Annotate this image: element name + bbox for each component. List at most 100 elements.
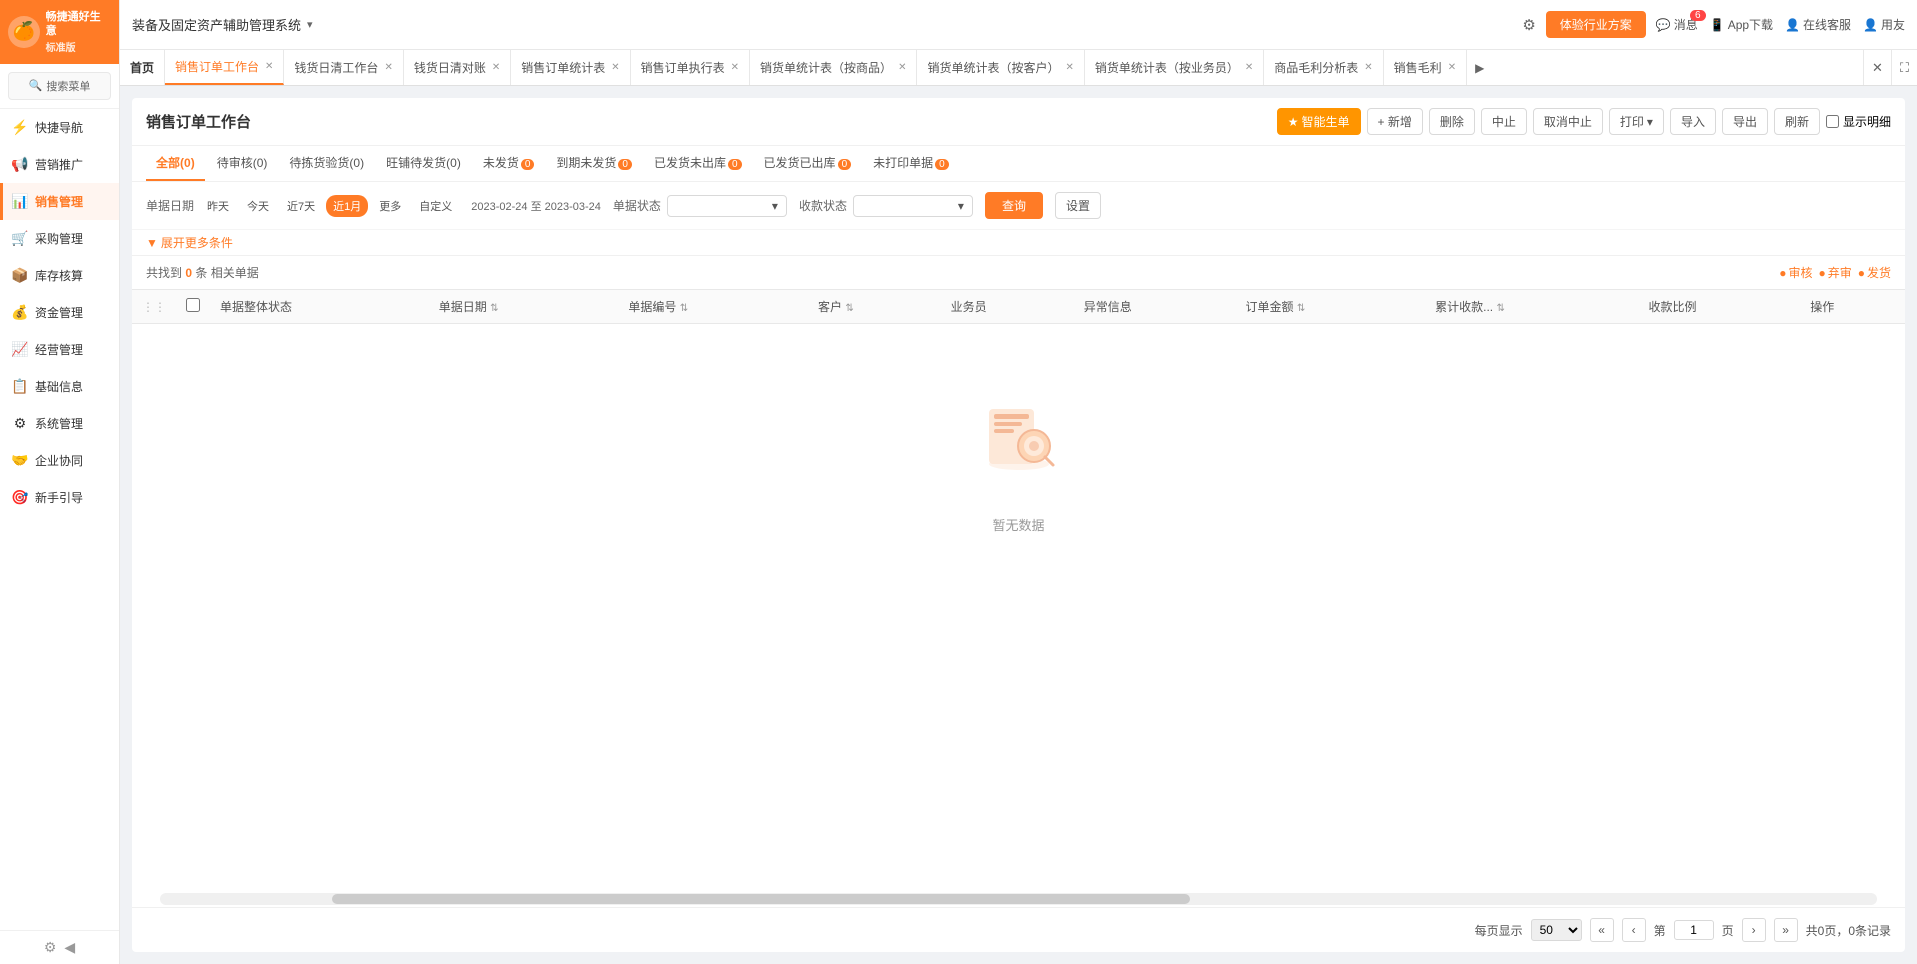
shipped-not-out-badge: 0: [728, 159, 742, 170]
subtab-overdue[interactable]: 到期未发货0: [546, 146, 642, 181]
cancel-review-action-btn[interactable]: ● 弃审: [1818, 264, 1851, 281]
page-input[interactable]: [1674, 920, 1714, 940]
page-size-label: 每页显示: [1475, 922, 1523, 939]
tab-sales-exec[interactable]: 销售订单执行表 ✕: [631, 50, 750, 85]
sidebar-item-guide[interactable]: 🎯 新手引导: [0, 479, 119, 516]
today-btn[interactable]: 今天: [240, 195, 276, 217]
tab-close-margin[interactable]: ✕: [1364, 62, 1372, 73]
message-button[interactable]: 💬 消息 6: [1656, 16, 1698, 33]
page-label: 第: [1654, 922, 1666, 939]
app-logo: 🍊 畅捷通好生意 标准版: [0, 0, 119, 64]
ship-action-btn[interactable]: ● 发货: [1858, 264, 1891, 281]
query-button[interactable]: 查询: [985, 192, 1043, 219]
subtab-pending-review[interactable]: 待审核(0): [207, 146, 278, 181]
sidebar-item-marketing[interactable]: 📢 营销推广: [0, 146, 119, 183]
subtab-all[interactable]: 全部(0): [146, 146, 205, 181]
settings-filter-button[interactable]: 设置: [1055, 192, 1101, 219]
horizontal-scrollbar[interactable]: [160, 893, 1877, 905]
app-download-button[interactable]: 📱 App下载: [1710, 16, 1773, 33]
sidebar-item-purchase[interactable]: 🛒 采购管理: [0, 220, 119, 257]
sidebar-settings-icon[interactable]: ⚙: [44, 939, 57, 956]
sidebar-item-inventory[interactable]: 📦 库存核算: [0, 257, 119, 294]
sidebar-item-operations[interactable]: 📈 经营管理: [0, 331, 119, 368]
tab-cash-daily[interactable]: 钱货日清工作台 ✕: [284, 50, 403, 85]
tab-close-staff[interactable]: ✕: [1245, 62, 1253, 73]
tab-sale-summary-customer[interactable]: 销货单统计表（按客户） ✕: [917, 50, 1084, 85]
prev-page-btn[interactable]: ‹: [1622, 918, 1646, 942]
sidebar-item-sales[interactable]: 📊 销售管理: [0, 183, 119, 220]
cancel-stop-button[interactable]: 取消中止: [1533, 108, 1603, 135]
sidebar-item-base-info[interactable]: 📋 基础信息: [0, 368, 119, 405]
week-btn[interactable]: 近7天: [280, 195, 322, 217]
next-page-btn[interactable]: ›: [1742, 918, 1766, 942]
sort-date-icon[interactable]: ⇅: [490, 303, 498, 314]
tab-close-sales-stats[interactable]: ✕: [611, 62, 619, 73]
review-action-btn[interactable]: ● 审核: [1779, 264, 1812, 281]
sidebar-item-quick-nav[interactable]: ⚡ 快捷导航: [0, 109, 119, 146]
subtab-wangpu-deliver[interactable]: 旺铺待发货(0): [376, 146, 471, 181]
expand-conditions-btn[interactable]: ▼ 展开更多条件: [146, 234, 1891, 251]
print-button[interactable]: 打印 ▾: [1609, 108, 1664, 135]
tab-close-customer[interactable]: ✕: [1065, 62, 1073, 73]
yesterday-btn[interactable]: 昨天: [200, 195, 236, 217]
tab-close-sales-order[interactable]: ✕: [265, 61, 273, 72]
sort-amount-icon[interactable]: ⇅: [1297, 303, 1305, 314]
user-button[interactable]: 👤 用友: [1863, 16, 1905, 33]
subtab-shipped-not-out[interactable]: 已发货未出库0: [644, 146, 752, 181]
custom-btn[interactable]: 自定义: [412, 195, 459, 217]
tab-close-profit[interactable]: ✕: [1448, 62, 1456, 73]
online-service-button[interactable]: 👤 在线客服: [1785, 16, 1851, 33]
status-filter-label: 单据状态: [613, 197, 661, 214]
tab-sale-summary-staff[interactable]: 销货单统计表（按业务员） ✕: [1085, 50, 1264, 85]
subtab-not-printed[interactable]: 未打印单据0: [863, 146, 959, 181]
tab-sale-summary-product[interactable]: 销货单统计表（按商品） ✕: [750, 50, 917, 85]
tab-close-product[interactable]: ✕: [898, 62, 906, 73]
tab-more-button[interactable]: ▶: [1467, 50, 1492, 85]
tab-close-all-button[interactable]: ✕: [1863, 50, 1891, 85]
payment-select[interactable]: ▾: [853, 195, 973, 217]
month-btn[interactable]: 近1月: [326, 195, 368, 217]
th-code: 单据编号 ⇅: [618, 290, 808, 324]
sidebar-item-corp[interactable]: 🤝 企业协同: [0, 442, 119, 479]
smart-gen-button[interactable]: ★ 智能生单: [1277, 108, 1361, 135]
export-button[interactable]: 导出: [1722, 108, 1768, 135]
sort-received-icon[interactable]: ⇅: [1497, 303, 1505, 314]
tab-home[interactable]: 首页: [120, 50, 165, 85]
tab-maximize-button[interactable]: ⛶: [1891, 50, 1917, 85]
system-dropdown[interactable]: ▾: [307, 18, 313, 31]
search-menu-button[interactable]: 🔍 搜索菜单: [8, 72, 111, 100]
subtab-not-shipped[interactable]: 未发货0: [473, 146, 545, 181]
topbar-settings-icon[interactable]: ⚙: [1522, 16, 1535, 34]
sidebar-item-finance[interactable]: 💰 资金管理: [0, 294, 119, 331]
show-detail-checkbox[interactable]: [1826, 115, 1839, 128]
more-btn[interactable]: 更多: [372, 195, 408, 217]
sidebar-item-system[interactable]: ⚙ 系统管理: [0, 405, 119, 442]
status-select[interactable]: ▾: [667, 195, 787, 217]
show-detail-label[interactable]: 显示明细: [1826, 113, 1891, 130]
total-records: 共0页，0条记录: [1806, 922, 1891, 939]
tab-sales-stats[interactable]: 销售订单统计表 ✕: [511, 50, 630, 85]
subtab-shipped-out[interactable]: 已发货已出库0: [754, 146, 862, 181]
stop-button[interactable]: 中止: [1481, 108, 1527, 135]
delete-button[interactable]: 删除: [1429, 108, 1475, 135]
solution-button[interactable]: 体验行业方案: [1546, 11, 1646, 38]
refresh-button[interactable]: 刷新: [1774, 108, 1820, 135]
tab-close-cash-reconcile[interactable]: ✕: [492, 62, 500, 73]
sort-customer-icon[interactable]: ⇅: [845, 303, 853, 314]
select-all-checkbox[interactable]: [186, 298, 200, 312]
sort-code-icon[interactable]: ⇅: [680, 303, 688, 314]
tab-sale-profit[interactable]: 销售毛利 ✕: [1384, 50, 1467, 85]
subtab-pending-inspect[interactable]: 待拣货验货(0): [279, 146, 374, 181]
sidebar-collapse-icon[interactable]: ◀: [64, 939, 75, 956]
page-size-select[interactable]: 50 100 200: [1531, 919, 1582, 941]
tab-sales-order[interactable]: 销售订单工作台 ✕: [165, 50, 284, 85]
tab-close-cash-daily[interactable]: ✕: [384, 62, 392, 73]
import-button[interactable]: 导入: [1670, 108, 1716, 135]
tab-margin-analysis[interactable]: 商品毛利分析表 ✕: [1264, 50, 1383, 85]
system-icon: ⚙: [11, 415, 29, 432]
tab-cash-reconcile[interactable]: 钱货日清对账 ✕: [404, 50, 511, 85]
add-button[interactable]: + 新增: [1367, 108, 1423, 135]
first-page-btn[interactable]: «: [1590, 918, 1614, 942]
last-page-btn[interactable]: »: [1774, 918, 1798, 942]
tab-close-sales-exec[interactable]: ✕: [731, 62, 739, 73]
